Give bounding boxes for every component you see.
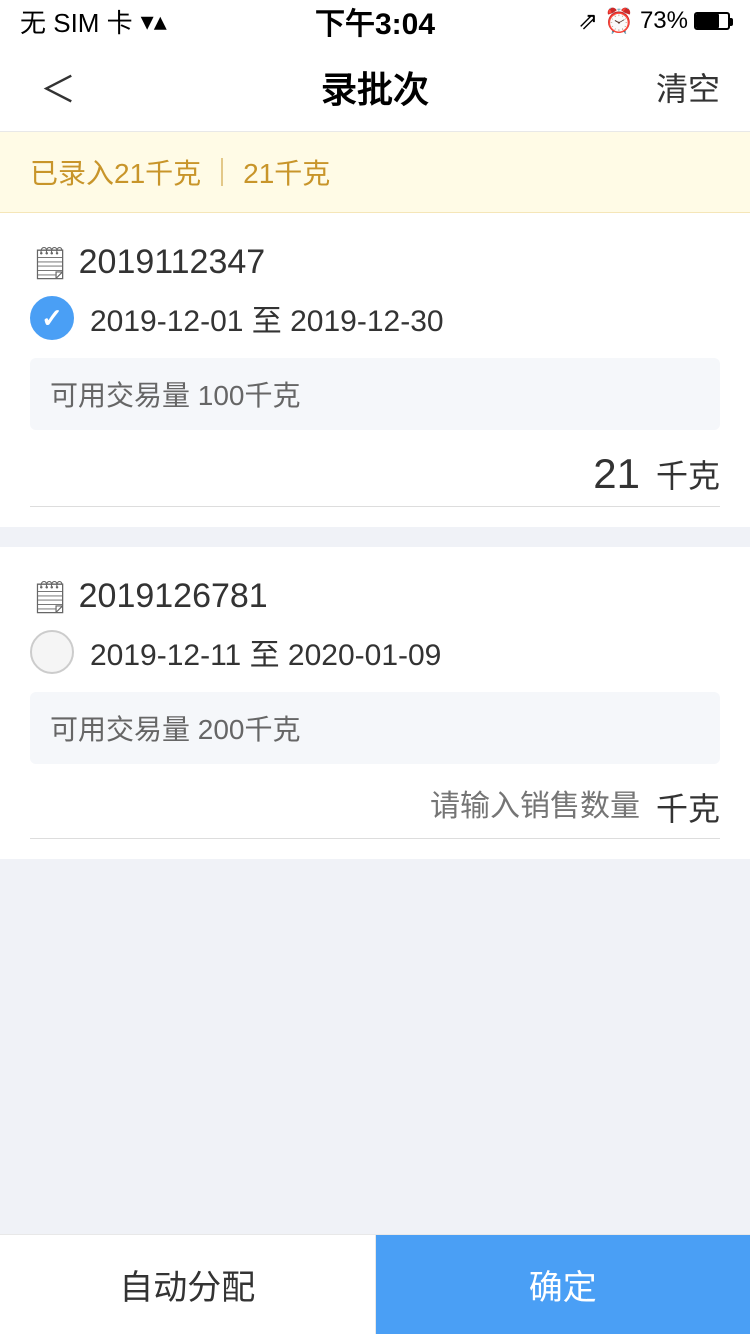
batch-card-2: 🗒 2019126781 2019-12-11 至 2020-01-09 可用交… bbox=[0, 547, 750, 859]
battery-text: 73% bbox=[640, 7, 688, 35]
status-time: 下午3:04 bbox=[315, 0, 435, 43]
batch-doc-icon-1: 🗒 bbox=[30, 244, 71, 282]
amount-input-2[interactable] bbox=[30, 790, 640, 824]
back-button[interactable]: ＜ bbox=[30, 51, 86, 123]
confirm-button[interactable]: 确定 bbox=[376, 1235, 750, 1334]
batch-id-2: 2019126781 bbox=[79, 577, 268, 616]
batch-header-2: 🗒 2019126781 bbox=[30, 577, 720, 616]
batch-id-1: 2019112347 bbox=[79, 243, 266, 282]
info-banner: 已录入21千克 21千克 bbox=[0, 132, 750, 213]
batch-available-2: 可用交易量 200千克 bbox=[30, 692, 720, 764]
card-separator-2 bbox=[0, 859, 750, 879]
batch-card-1: 🗒 2019112347 2019-12-01 至 2019-12-30 可用交… bbox=[0, 213, 750, 527]
batch-doc-icon-2: 🗒 bbox=[30, 578, 71, 616]
batch-date-row-1: 2019-12-01 至 2019-12-30 bbox=[30, 296, 720, 340]
card-separator-1 bbox=[0, 527, 750, 547]
amount-input-1[interactable] bbox=[440, 450, 640, 498]
amount-unit-1: 千克 bbox=[656, 451, 720, 497]
batch-date-1: 2019-12-01 至 2019-12-30 bbox=[90, 296, 444, 340]
amount-row-2: 千克 bbox=[30, 784, 720, 839]
recorded-value: 21千克 bbox=[243, 152, 330, 192]
radio-btn-1[interactable] bbox=[30, 296, 74, 340]
battery-icon bbox=[694, 12, 730, 30]
carrier-text: 无 SIM 卡 bbox=[20, 3, 133, 40]
page-title: 录批次 bbox=[321, 61, 429, 113]
auto-distribute-button[interactable]: 自动分配 bbox=[0, 1235, 376, 1334]
amount-unit-2: 千克 bbox=[656, 784, 720, 830]
status-left: 无 SIM 卡 ▾▴ bbox=[20, 3, 167, 40]
batch-date-2: 2019-12-11 至 2020-01-09 bbox=[90, 630, 441, 674]
info-divider bbox=[221, 158, 223, 186]
alarm-icon: ⏰ bbox=[604, 7, 634, 36]
location-icon: ⇗ bbox=[578, 7, 598, 36]
clear-button[interactable]: 清空 bbox=[656, 64, 720, 110]
status-right: ⇗ ⏰ 73% bbox=[578, 7, 730, 36]
bottom-action-bar: 自动分配 确定 bbox=[0, 1234, 750, 1334]
amount-row-1: 千克 bbox=[30, 450, 720, 507]
batch-date-row-2: 2019-12-11 至 2020-01-09 bbox=[30, 630, 720, 674]
batch-header-1: 🗒 2019112347 bbox=[30, 243, 720, 282]
wifi-icon: ▾▴ bbox=[141, 6, 167, 37]
recorded-label: 已录入21千克 bbox=[30, 152, 201, 192]
status-bar: 无 SIM 卡 ▾▴ 下午3:04 ⇗ ⏰ 73% bbox=[0, 0, 750, 42]
batch-available-1: 可用交易量 100千克 bbox=[30, 358, 720, 430]
nav-bar: ＜ 录批次 清空 bbox=[0, 42, 750, 132]
radio-btn-2[interactable] bbox=[30, 630, 74, 674]
